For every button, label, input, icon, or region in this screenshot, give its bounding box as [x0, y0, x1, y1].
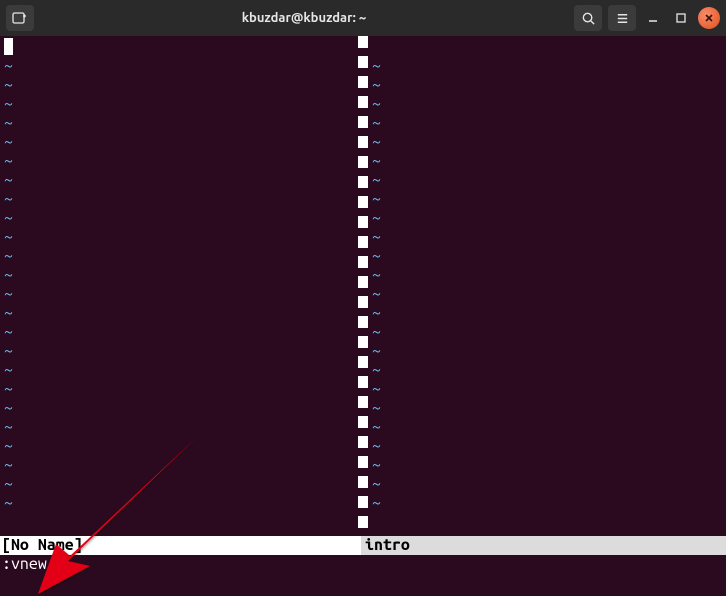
tilde-row: ~ [4, 95, 354, 114]
maximize-icon [675, 12, 687, 24]
tilde-row: ~ [372, 57, 722, 76]
vim-editor[interactable]: ~ ~ ~ ~ ~ ~ ~ ~ ~ ~ ~ ~ ~ ~ ~ ~ ~ ~ ~ ~ … [0, 36, 726, 536]
tilde-row: ~ [4, 456, 354, 475]
statusline-left: [No Name] [0, 536, 361, 555]
tilde-row: ~ [4, 399, 354, 418]
cursor [4, 38, 13, 55]
minimize-icon [647, 12, 659, 24]
tilde-row: ~ [4, 437, 354, 456]
tilde-row: ~ [4, 494, 354, 513]
tilde-row: ~ [372, 190, 722, 209]
tilde-row: ~ [4, 57, 354, 76]
tilde-row: ~ [372, 323, 722, 342]
right-pane-line-1 [372, 38, 722, 57]
tilde-row: ~ [372, 399, 722, 418]
tilde-row: ~ [4, 76, 354, 95]
search-button[interactable] [574, 5, 602, 31]
tilde-row: ~ [4, 190, 354, 209]
titlebar-right [574, 5, 720, 31]
tilde-row: ~ [372, 342, 722, 361]
tilde-row: ~ [372, 304, 722, 323]
tilde-row: ~ [372, 361, 722, 380]
window-title: kbuzdar@kbuzdar: ~ [34, 11, 574, 25]
tilde-row: ~ [4, 266, 354, 285]
tilde-row: ~ [4, 342, 354, 361]
tilde-row: ~ [372, 247, 722, 266]
tilde-row: ~ [4, 323, 354, 342]
window-titlebar: kbuzdar@kbuzdar: ~ [0, 0, 726, 36]
titlebar-left [6, 5, 34, 31]
tilde-row: ~ [372, 475, 722, 494]
tilde-row: ~ [372, 133, 722, 152]
tilde-row: ~ [4, 133, 354, 152]
tilde-row: ~ [372, 228, 722, 247]
tilde-row: ~ [372, 437, 722, 456]
close-icon [704, 13, 714, 23]
tilde-row: ~ [372, 95, 722, 114]
tilde-row: ~ [372, 152, 722, 171]
statusline-right: intro [361, 536, 726, 555]
tilde-row: ~ [372, 494, 722, 513]
new-tab-icon [12, 10, 28, 26]
tilde-row: ~ [4, 361, 354, 380]
left-pane-line-1 [4, 38, 354, 57]
tilde-row: ~ [4, 152, 354, 171]
close-button[interactable] [698, 7, 720, 29]
tilde-row: ~ [4, 475, 354, 494]
left-pane[interactable]: ~ ~ ~ ~ ~ ~ ~ ~ ~ ~ ~ ~ ~ ~ ~ ~ ~ ~ ~ ~ … [0, 36, 358, 536]
vim-statusline: [No Name] intro [0, 536, 726, 555]
tilde-row: ~ [372, 285, 722, 304]
vim-command-line[interactable]: :vnew [0, 555, 726, 574]
search-icon [581, 11, 596, 26]
tilde-row: ~ [4, 380, 354, 399]
tilde-row: ~ [372, 209, 722, 228]
tilde-row: ~ [372, 171, 722, 190]
tilde-row: ~ [372, 418, 722, 437]
menu-icon [615, 11, 630, 26]
tilde-row: ~ [4, 114, 354, 133]
tilde-row: ~ [4, 228, 354, 247]
tilde-row: ~ [4, 247, 354, 266]
vertical-split [358, 36, 368, 536]
tilde-row: ~ [4, 418, 354, 437]
tilde-row: ~ [372, 114, 722, 133]
tilde-row: ~ [4, 171, 354, 190]
minimize-button[interactable] [642, 7, 664, 29]
tilde-row: ~ [4, 304, 354, 323]
tilde-row: ~ [372, 380, 722, 399]
tilde-row: ~ [372, 266, 722, 285]
tilde-row: ~ [372, 456, 722, 475]
menu-button[interactable] [608, 5, 636, 31]
tilde-row: ~ [4, 209, 354, 228]
new-tab-button[interactable] [6, 5, 34, 31]
terminal[interactable]: ~ ~ ~ ~ ~ ~ ~ ~ ~ ~ ~ ~ ~ ~ ~ ~ ~ ~ ~ ~ … [0, 36, 726, 574]
tilde-row: ~ [4, 285, 354, 304]
tilde-row: ~ [372, 76, 722, 95]
right-pane[interactable]: ~ ~ ~ ~ ~ ~ ~ ~ ~ ~ ~ ~ ~ ~ ~ ~ ~ ~ ~ ~ … [368, 36, 726, 536]
maximize-button[interactable] [670, 7, 692, 29]
